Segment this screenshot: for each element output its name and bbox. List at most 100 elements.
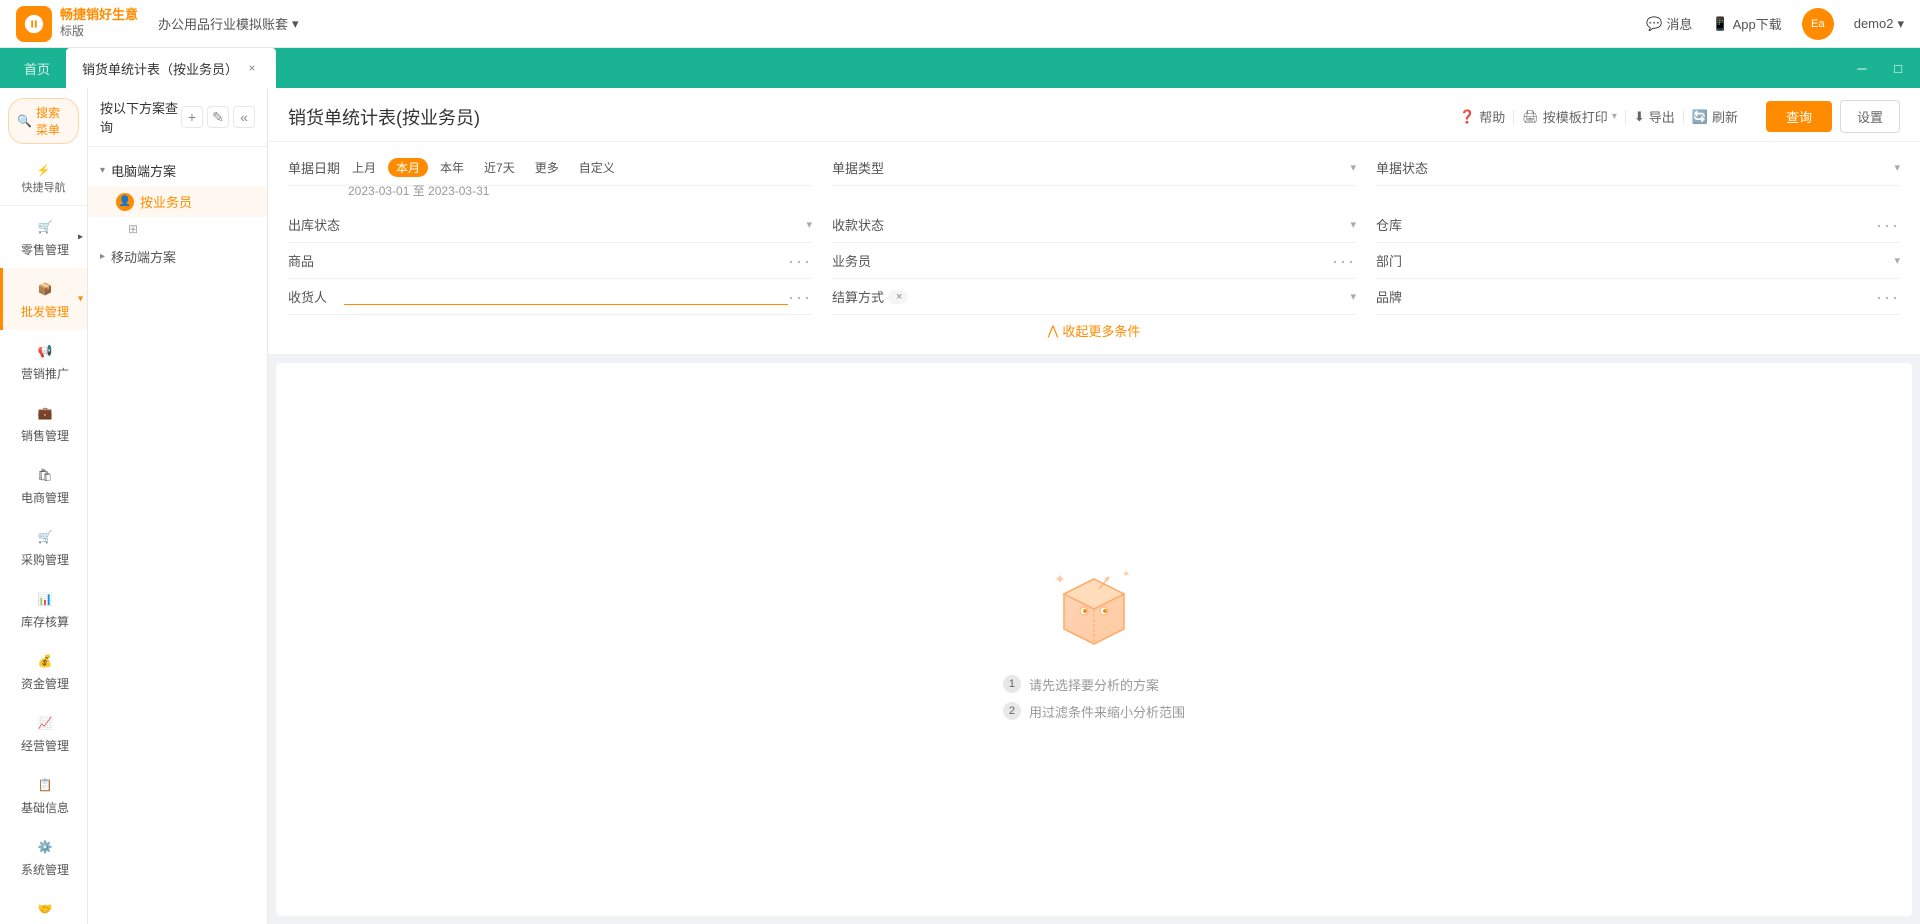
paymentstatus-control[interactable]: ▾ xyxy=(888,218,1356,231)
empty-tips: 1 请先选择要分析的方案 2 用过滤条件来缩小分析范围 xyxy=(1003,675,1185,721)
user-avatar[interactable]: Ea xyxy=(1802,8,1834,40)
settlement-label: 结算方式 xyxy=(832,287,888,306)
goods-dots[interactable]: ··· xyxy=(788,252,812,270)
message-btn[interactable]: 💬 消息 xyxy=(1646,14,1692,33)
basic-icon: 📋 xyxy=(34,774,56,796)
docstatus-arrow: ▾ xyxy=(1894,161,1900,174)
department-arrow: ▾ xyxy=(1894,254,1900,267)
settlement-control: × ▾ xyxy=(888,290,1356,304)
print-btn[interactable]: 🖨 按模板打印 ▾ xyxy=(1522,107,1617,126)
sidebar-item-operation-label: 经营管理 xyxy=(21,737,69,754)
receiver-dots[interactable]: ··· xyxy=(788,288,812,306)
tab-home-label: 首页 xyxy=(24,59,50,78)
warehouse-label: 仓库 xyxy=(1376,215,1432,234)
query-btn[interactable]: 查询 xyxy=(1766,101,1832,132)
sidebar-item-system-label: 系统管理 xyxy=(21,861,69,878)
date-btn-this-year[interactable]: 本年 xyxy=(432,158,472,177)
tab-close-btn[interactable]: × xyxy=(244,60,260,76)
app-selector[interactable]: 办公用品行业模拟账套 ▾ xyxy=(150,10,307,37)
scheme-sub-item-order[interactable]: ⊞ xyxy=(88,217,267,241)
sidebar-nav: 🛒 零售管理 ▸ 📦 批发管理 ▾ 📢 营销推广 💼 销售管理 🛍 电商管理 xyxy=(0,206,87,924)
app-download-btn[interactable]: 📱 App下载 xyxy=(1712,14,1781,33)
receiver-input[interactable] xyxy=(344,289,788,305)
brand-name: 畅捷销好生意 xyxy=(60,7,138,24)
warehouse-dots[interactable]: ··· xyxy=(1876,216,1900,234)
filter-cell-doctype: 单据类型 ▾ xyxy=(832,150,1356,186)
scheme-item-salesperson[interactable]: 👤 按业务员 xyxy=(88,186,267,217)
sidebar-item-operation[interactable]: 📈 经营管理 xyxy=(0,702,87,764)
settlement-tag-close[interactable]: × xyxy=(896,291,902,303)
filter-cell-salesperson: 业务员 ··· xyxy=(832,243,1356,279)
brand-control[interactable]: ··· xyxy=(1432,288,1900,306)
tab-sales-stat[interactable]: 销货单统计表（按业务员） × xyxy=(66,48,276,88)
date-btn-last-month[interactable]: 上月 xyxy=(344,158,384,177)
sidebar-item-marketing-label: 营销推广 xyxy=(21,365,69,382)
date-btn-custom[interactable]: 自定义 xyxy=(571,158,623,177)
scheme-mobile-group-header[interactable]: ▸ 移动端方案 xyxy=(88,241,267,272)
user-name-btn[interactable]: demo2 ▾ xyxy=(1854,16,1904,32)
date-control: 上月 本月 本年 近7天 更多 自定义 xyxy=(344,158,812,177)
tabbar-right: ─ □ xyxy=(1848,54,1920,82)
sidebar-item-sales[interactable]: 💼 销售管理 xyxy=(0,392,87,454)
sidebar-search-btn[interactable]: 🔍 搜索菜单 xyxy=(8,98,79,144)
sidebar-item-finance[interactable]: 💰 资金管理 xyxy=(0,640,87,702)
scheme-header-actions: + ✎ « xyxy=(181,106,255,128)
outstatus-control[interactable]: ▾ xyxy=(344,218,812,231)
sidebar-item-inventory[interactable]: 📊 库存核算 xyxy=(0,578,87,640)
sidebar-item-ecommerce[interactable]: 🛍 电商管理 xyxy=(0,454,87,516)
mobile-group-label: 移动端方案 xyxy=(111,247,176,266)
salesperson-dots[interactable]: ··· xyxy=(1332,252,1356,270)
scheme-edit-btn[interactable]: ✎ xyxy=(207,106,229,128)
brand-dots[interactable]: ··· xyxy=(1876,288,1900,306)
receiver-label: 收货人 xyxy=(288,287,344,306)
scheme-header-title: 按以下方案查询 xyxy=(100,98,181,136)
scheme-desktop-group-header[interactable]: ▾ 电脑端方案 xyxy=(88,155,267,186)
marketing-icon: 📢 xyxy=(34,340,56,362)
sidebar-item-retail[interactable]: 🛒 零售管理 ▸ xyxy=(0,206,87,268)
doctype-control[interactable]: ▾ xyxy=(888,161,1356,174)
print-dropdown-arrow: ▾ xyxy=(1612,111,1617,122)
docstatus-control[interactable]: ▾ xyxy=(1432,161,1900,174)
operation-icon: 📈 xyxy=(34,712,56,734)
sidebar-item-system[interactable]: ⚙️ 系统管理 xyxy=(0,826,87,888)
department-control[interactable]: ▾ xyxy=(1432,254,1900,267)
mobile-icon: 📱 xyxy=(1712,16,1728,32)
receiver-control[interactable]: ··· xyxy=(344,288,812,306)
search-icon: 🔍 xyxy=(17,114,32,128)
refresh-btn[interactable]: 🔄 刷新 xyxy=(1692,107,1738,126)
scheme-item-salesperson-label: 按业务员 xyxy=(140,192,192,211)
desktop-group-label: 电脑端方案 xyxy=(111,161,176,180)
date-btn-7days[interactable]: 近7天 xyxy=(476,158,523,177)
tab-minimize-btn[interactable]: ─ xyxy=(1848,54,1876,82)
salesperson-control[interactable]: ··· xyxy=(888,252,1356,270)
filter-cell-brand: 品牌 ··· xyxy=(1376,279,1900,315)
collapse-chevron-icon: ⋀ xyxy=(1048,323,1059,339)
sidebar-item-marketing[interactable]: 📢 营销推广 xyxy=(0,330,87,392)
warehouse-control[interactable]: ··· xyxy=(1432,216,1900,234)
empty-tip-1: 1 请先选择要分析的方案 xyxy=(1003,675,1185,694)
user-dropdown-arrow: ▾ xyxy=(1897,16,1904,32)
ecommerce-icon: 🛍 xyxy=(34,464,56,486)
date-btn-more[interactable]: 更多 xyxy=(527,158,567,177)
date-btn-this-month[interactable]: 本月 xyxy=(388,158,428,177)
sidebar-item-basic[interactable]: 📋 基础信息 xyxy=(0,764,87,826)
scheme-add-btn[interactable]: + xyxy=(181,106,203,128)
scheme-collapse-btn[interactable]: « xyxy=(233,106,255,128)
wholesale-arrow: ▾ xyxy=(78,294,83,305)
sidebar-item-purchase[interactable]: 🛒 采购管理 xyxy=(0,516,87,578)
sidebar-item-wholesale[interactable]: 📦 批发管理 ▾ xyxy=(0,268,87,330)
date-label: 单据日期 xyxy=(288,158,344,177)
logo-area: 畅捷销好生意 标版 xyxy=(16,6,138,42)
sidebar-item-quick[interactable]: ⚡ 快捷导航 xyxy=(0,158,87,201)
scheme-mobile-group: ▸ 移动端方案 xyxy=(88,241,267,272)
collapse-filters-btn[interactable]: ⋀ 收起更多条件 xyxy=(288,315,1900,346)
sidebar-item-enterprise[interactable]: 🤝 企业协同 xyxy=(0,888,87,924)
sidebar-quick-nav: ⚡ 快捷导航 xyxy=(0,154,87,206)
export-btn[interactable]: ⬇ 导出 xyxy=(1634,107,1675,126)
settings-btn[interactable]: 设置 xyxy=(1840,100,1900,133)
tab-maximize-btn[interactable]: □ xyxy=(1884,54,1912,82)
tab-home[interactable]: 首页 xyxy=(8,48,66,88)
svg-text:✦: ✦ xyxy=(1122,569,1130,580)
goods-control[interactable]: ··· xyxy=(344,252,812,270)
help-btn[interactable]: ❓ 帮助 xyxy=(1459,107,1505,126)
